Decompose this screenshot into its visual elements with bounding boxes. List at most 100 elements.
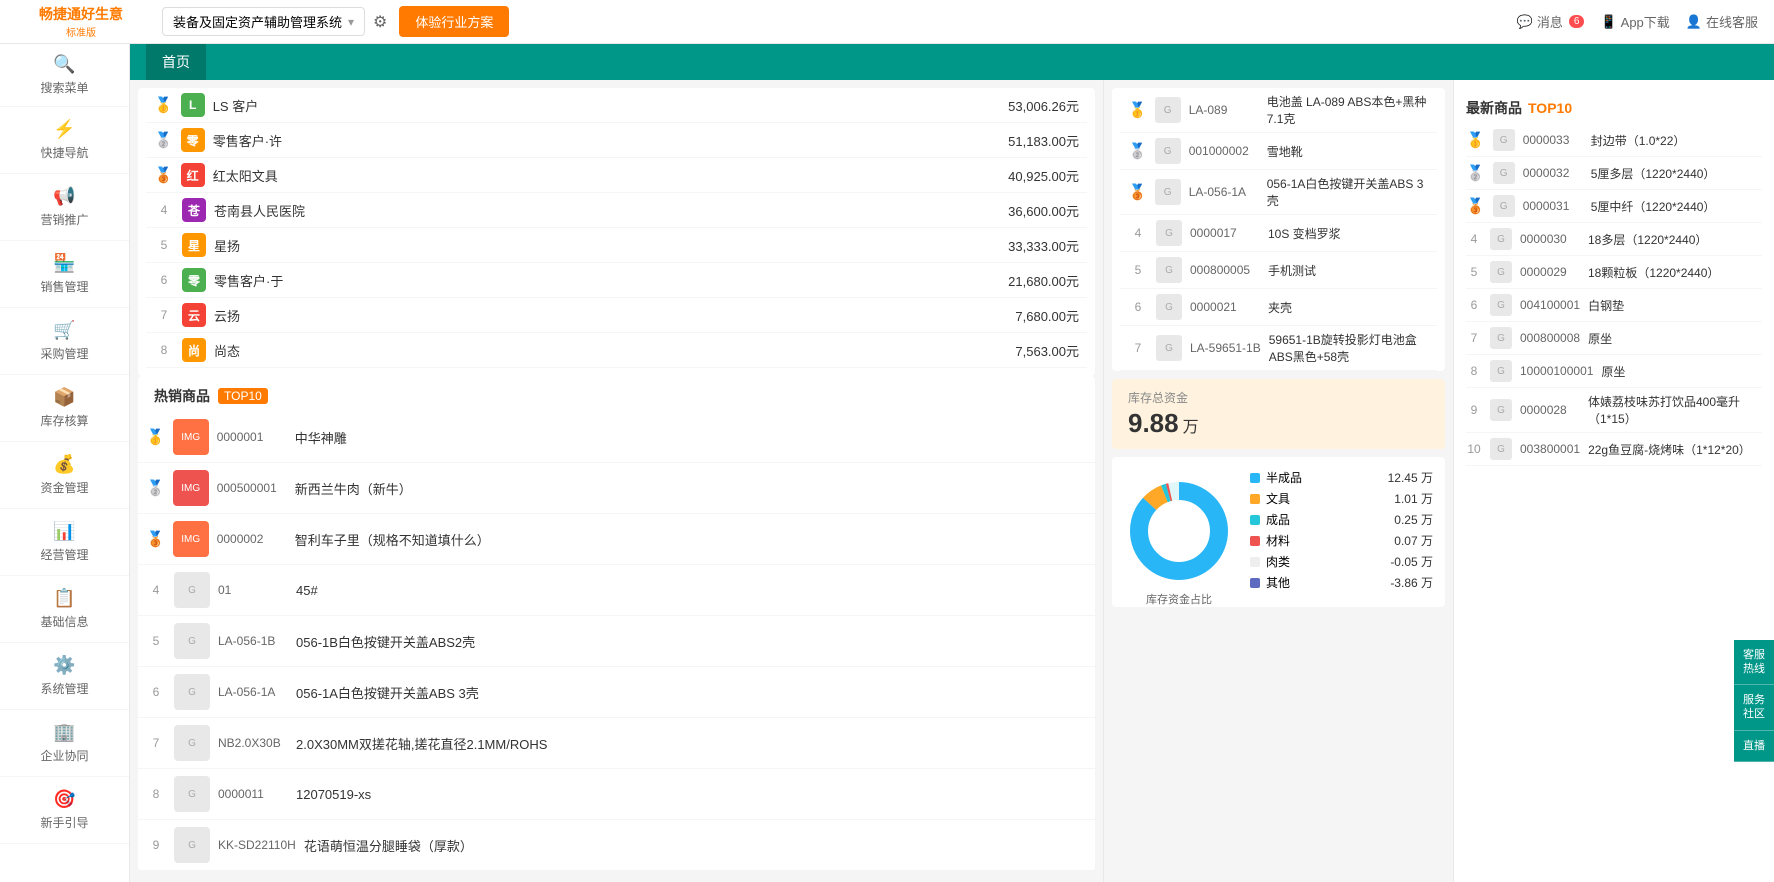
sidebar-item-finance[interactable]: 💰 资金管理 xyxy=(0,442,129,509)
new-product-img: G xyxy=(1490,438,1512,460)
customer-rank-row[interactable]: 🥉 红 红太阳文具 40,925.00元 xyxy=(146,158,1087,193)
sidebar-item-marketing[interactable]: 📢 营销推广 xyxy=(0,174,129,241)
float-btn-live[interactable]: 直播 xyxy=(1734,731,1774,762)
app-download-item[interactable]: 📱 App下载 xyxy=(1600,12,1669,31)
new-products-list: 🥇 G 0000033 封边带（1.0*22） 🥈 G 0000032 5厘多层… xyxy=(1466,124,1762,466)
hot-product-row[interactable]: 8 G 0000011 12070519-xs xyxy=(138,769,1095,820)
new-product-row[interactable]: 🥇 G 0000033 封边带（1.0*22） xyxy=(1466,124,1762,157)
product-rank-row[interactable]: 🥉 G LA-056-1A 056-1A白色按键开关盖ABS 3壳 xyxy=(1120,170,1437,215)
new-product-code: 000800008 xyxy=(1520,331,1580,345)
hot-product-code: 01 xyxy=(218,583,288,597)
float-btn-service[interactable]: 客服热线 xyxy=(1734,640,1774,686)
product-code: LA-089 xyxy=(1189,103,1259,117)
product-rank-row[interactable]: 🥈 G 001000002 雪地靴 xyxy=(1120,133,1437,170)
customer-name: 云扬 xyxy=(214,306,1007,325)
new-product-name: 18颗粒板（1220*2440） xyxy=(1588,264,1762,281)
customer-rank-row[interactable]: 7 云 云扬 7,680.00元 xyxy=(146,298,1087,333)
hot-product-row[interactable]: 7 G NB2.0X30B 2.0X30MM双搓花轴,搓花直径2.1MM/ROH… xyxy=(138,718,1095,769)
medal-gold-icon: 🥇 xyxy=(154,96,173,114)
sidebar: 🔍 搜索菜单 ⚡ 快捷导航 📢 营销推广 🏪 销售管理 🛒 采购管理 📦 库存核… xyxy=(0,44,130,882)
hot-product-row[interactable]: 9 G KK-SD22110H 花语萌恒温分腿睡袋（厚款） xyxy=(138,820,1095,871)
tab-home[interactable]: 首页 xyxy=(146,44,206,80)
sidebar-item-sales[interactable]: 🏪 销售管理 xyxy=(0,241,129,308)
customer-rank-row[interactable]: 🥇 L LS 客户 53,006.26元 xyxy=(146,88,1087,123)
hot-product-name: 智利车子里（规格不知道填什么） xyxy=(295,530,1087,549)
new-product-row[interactable]: 10 G 003800001 22g鱼豆腐-烧烤味（1*12*20） xyxy=(1466,433,1762,466)
search-icon: 🔍 xyxy=(53,54,75,75)
new-product-row[interactable]: 9 G 0000028 体婊荔枝味苏打饮品400毫升（1*15） xyxy=(1466,388,1762,433)
sidebar-item-basic-info[interactable]: 📋 基础信息 xyxy=(0,576,129,643)
legend-category: 半成品 xyxy=(1266,469,1302,486)
new-product-img: G xyxy=(1490,261,1512,283)
sidebar-item-quicknav[interactable]: ⚡ 快捷导航 xyxy=(0,107,129,174)
customer-rank-row[interactable]: 8 尚 尚态 7,563.00元 xyxy=(146,333,1087,368)
sidebar-item-search[interactable]: 🔍 搜索菜单 xyxy=(0,44,129,107)
hot-product-code: 000500001 xyxy=(217,481,287,495)
online-service-item[interactable]: 👤 在线客服 xyxy=(1686,12,1758,31)
sidebar-item-system[interactable]: ⚙️ 系统管理 xyxy=(0,643,129,710)
new-product-row[interactable]: 7 G 000800008 原坐 xyxy=(1466,322,1762,355)
new-products-section: 最新商品 TOP10 🥇 G 0000033 封边带（1.0*22） 🥈 G 0… xyxy=(1454,80,1774,474)
gear-icon[interactable]: ⚙ xyxy=(373,12,387,32)
trial-button[interactable]: 体验行业方案 xyxy=(399,6,509,37)
customer-rank-row[interactable]: 5 星 星扬 33,333.00元 xyxy=(146,228,1087,263)
sidebar-item-inventory[interactable]: 📦 库存核算 xyxy=(0,375,129,442)
product-rank-row[interactable]: 🥇 G LA-089 电池盖 LA-089 ABS本色+黑种 7.1克 xyxy=(1120,88,1437,133)
new-product-code: 0000028 xyxy=(1520,403,1580,417)
hot-products-badge: TOP10 xyxy=(218,388,268,404)
rank-number: 9 xyxy=(1466,403,1482,417)
sidebar-label-marketing: 营销推广 xyxy=(40,211,88,228)
inventory-legend: 半成品 12.45 万 文具 1.01 万 成品 0.25 万 材料 0.07 … xyxy=(1250,469,1433,595)
system-selector[interactable]: 装备及固定资产辅助管理系统 ▾ xyxy=(162,7,365,36)
sidebar-label-basic-info: 基础信息 xyxy=(40,613,88,630)
inventory-unit: 万 xyxy=(1183,413,1199,437)
product-rank-row[interactable]: 5 G 000800005 手机测试 xyxy=(1120,252,1437,289)
new-product-row[interactable]: 6 G 004100001 白钢垫 xyxy=(1466,289,1762,322)
product-rank-row[interactable]: 7 G LA-59651-1B 59651-1B旋转投影灯电池盒ABS黑色+58… xyxy=(1120,326,1437,371)
new-product-row[interactable]: 4 G 0000030 18多层（1220*2440） xyxy=(1466,223,1762,256)
legend-item: 成品 0.25 万 xyxy=(1250,511,1433,528)
product-rank-row[interactable]: 4 G 0000017 10S 变档罗浆 xyxy=(1120,215,1437,252)
customer-badge: L xyxy=(181,93,205,117)
new-product-row[interactable]: 🥈 G 0000032 5厘多层（1220*2440） xyxy=(1466,157,1762,190)
messages-item[interactable]: 💬 消息 6 xyxy=(1517,12,1585,31)
sidebar-item-collab[interactable]: 🏢 企业协同 xyxy=(0,710,129,777)
new-product-row[interactable]: 8 G 10000100001 原坐 xyxy=(1466,355,1762,388)
customer-amount: 36,600.00元 xyxy=(1008,201,1079,220)
customer-amount: 33,333.00元 xyxy=(1008,236,1079,255)
legend-label: 材料 xyxy=(1250,532,1394,549)
hot-product-row[interactable]: 🥈 IMG 000500001 新西兰牛肉（新牛） xyxy=(138,463,1095,514)
donut-chart xyxy=(1124,476,1234,586)
legend-label: 其他 xyxy=(1250,574,1390,591)
hot-product-img: IMG xyxy=(173,470,209,506)
new-product-row[interactable]: 🥉 G 0000031 5厘中纤（1220*2440） xyxy=(1466,190,1762,223)
hot-product-row[interactable]: 6 G LA-056-1A 056-1A白色按键开关盖ABS 3壳 xyxy=(138,667,1095,718)
sidebar-item-guide[interactable]: 🎯 新手引导 xyxy=(0,777,129,844)
float-btn-community[interactable]: 服务社区 xyxy=(1734,685,1774,731)
customer-rank-table: 🥇 L LS 客户 53,006.26元 🥈 零 零售客户·许 51,183.0… xyxy=(138,88,1095,376)
customer-rank-row[interactable]: 6 零 零售客户·于 21,680.00元 xyxy=(146,263,1087,298)
customer-amount: 51,183.00元 xyxy=(1008,131,1079,150)
logo-area: 畅捷通好生意 标准版 xyxy=(16,4,146,39)
sidebar-item-purchase[interactable]: 🛒 采购管理 xyxy=(0,308,129,375)
new-product-row[interactable]: 5 G 0000029 18颗粒板（1220*2440） xyxy=(1466,256,1762,289)
new-product-name: 白钢垫 xyxy=(1588,297,1762,314)
hot-product-code: 0000001 xyxy=(217,430,287,444)
hot-product-row[interactable]: 4 G 01 45# xyxy=(138,565,1095,616)
customer-rank-row[interactable]: 4 苍 苍南县人民医院 36,600.00元 xyxy=(146,193,1087,228)
content-area: 🥇 L LS 客户 53,006.26元 🥈 零 零售客户·许 51,183.0… xyxy=(130,80,1774,882)
sidebar-item-operations[interactable]: 📊 经营管理 xyxy=(0,509,129,576)
flash-icon: ⚡ xyxy=(53,119,75,140)
message-icon: 💬 xyxy=(1517,14,1533,30)
rank-number: 5 xyxy=(154,238,174,252)
hot-products-list: 🥇 IMG 0000001 中华神雕 🥈 IMG 000500001 新西兰牛肉… xyxy=(138,412,1095,871)
hot-product-row[interactable]: 5 G LA-056-1B 056-1B白色按键开关盖ABS2壳 xyxy=(138,616,1095,667)
rank-number: 5 xyxy=(1466,265,1482,279)
hot-product-code: LA-056-1A xyxy=(218,685,288,699)
rank-number: 6 xyxy=(146,685,166,699)
product-rank-row[interactable]: 6 G 0000021 夹壳 xyxy=(1120,289,1437,326)
hot-product-row[interactable]: 🥉 IMG 0000002 智利车子里（规格不知道填什么） xyxy=(138,514,1095,565)
customer-rank-row[interactable]: 🥈 零 零售客户·许 51,183.00元 xyxy=(146,123,1087,158)
hot-product-row[interactable]: 🥇 IMG 0000001 中华神雕 xyxy=(138,412,1095,463)
float-buttons: 客服热线 服务社区 直播 xyxy=(1734,640,1774,762)
